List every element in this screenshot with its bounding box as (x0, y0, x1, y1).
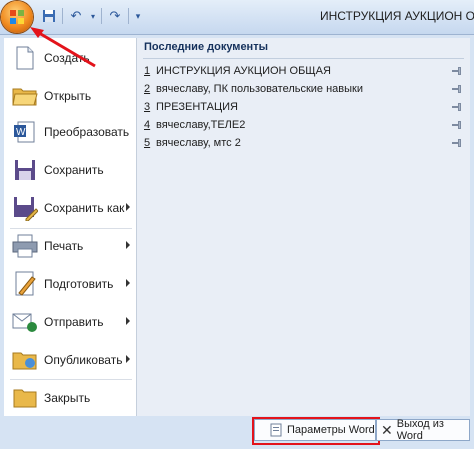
menu-item-label: Печать (44, 239, 84, 253)
menu-item-send[interactable]: Отправить (4, 304, 136, 340)
menu-item-create[interactable]: Создать (4, 40, 136, 76)
save-icon[interactable] (40, 7, 58, 25)
exit-word-button[interactable]: ✕ Выход из Word (376, 418, 470, 442)
save-icon (10, 155, 40, 185)
publish-icon (10, 345, 40, 375)
menu-item-convert[interactable]: W Преобразовать (4, 114, 136, 150)
recent-document-item[interactable]: 1 ИНСТРУКЦИЯ АУКЦИОН ОБЩАЯ (144, 62, 464, 80)
toolbar-separator (128, 8, 129, 24)
document-title: ИНСТРУКЦИЯ АУКЦИОН ОБЩ (320, 9, 474, 23)
menu-item-label: Сохранить (44, 163, 104, 177)
menu-item-save[interactable]: Сохранить (4, 152, 136, 188)
office-logo-icon (10, 10, 24, 24)
quick-access-toolbar: ↶ ▾ ↷ ▾ (40, 6, 143, 26)
send-icon (10, 307, 40, 337)
toolbar-separator (62, 8, 63, 24)
pin-icon[interactable] (452, 103, 462, 111)
recent-documents-panel: Последние документы 1 ИНСТРУКЦИЯ АУКЦИОН… (137, 38, 470, 416)
toolbar-separator (101, 8, 102, 24)
menu-item-label: Создать (44, 51, 90, 65)
print-icon (10, 231, 40, 261)
recent-item-name: вячеславу, мтс 2 (156, 137, 241, 149)
convert-icon: W (10, 117, 40, 147)
title-bar: ↶ ▾ ↷ ▾ ИНСТРУКЦИЯ АУКЦИОН ОБЩ (0, 0, 474, 34)
redo-icon[interactable]: ↷ (106, 7, 124, 25)
menu-item-save-as[interactable]: Сохранить как (4, 190, 136, 226)
pin-icon[interactable] (452, 67, 462, 75)
new-document-icon (10, 43, 40, 73)
recent-item-name: ИНСТРУКЦИЯ АУКЦИОН ОБЩАЯ (156, 65, 331, 77)
menu-item-publish[interactable]: Опубликовать (4, 342, 136, 378)
menu-item-label: Подготовить (44, 277, 114, 291)
recent-document-item[interactable]: 4 вячеславу,ТЕЛЕ2 (144, 116, 464, 134)
recent-item-number: 1 (144, 65, 151, 77)
menu-item-label: Закрыть (44, 391, 91, 405)
recent-item-name: ПРЕЗЕНТАЦИЯ (156, 101, 238, 113)
recent-divider (143, 58, 464, 59)
menu-item-close[interactable]: Закрыть (4, 380, 136, 416)
recent-item-number: 2 (144, 83, 151, 95)
office-button[interactable] (1, 1, 33, 33)
menu-footer: Параметры Word ✕ Выход из Word (4, 416, 470, 446)
open-folder-icon (10, 81, 40, 111)
customize-toolbar-icon[interactable]: ▾ (133, 7, 143, 25)
exit-word-label: Выход из Word (396, 418, 444, 442)
undo-dropdown-icon[interactable]: ▾ (89, 7, 97, 25)
submenu-arrow-icon (126, 355, 130, 363)
undo-icon[interactable]: ↶ (67, 7, 85, 25)
menu-commands: Создать Открыть W Преобразовать Сохранит… (4, 38, 137, 416)
recent-document-item[interactable]: 2 вячеславу, ПК пользовательские навыки (144, 80, 464, 98)
prepare-icon (10, 269, 40, 299)
recent-document-item[interactable]: 5 вячеславу, мтс 2 (144, 134, 464, 152)
close-icon: ✕ (381, 421, 393, 438)
submenu-arrow-icon (126, 203, 130, 211)
menu-item-prepare[interactable]: Подготовить (4, 266, 136, 302)
submenu-arrow-icon (126, 317, 130, 325)
pin-icon[interactable] (452, 121, 462, 129)
menu-item-label: Опубликовать (44, 353, 123, 367)
menu-item-label: Открыть (44, 89, 92, 103)
submenu-arrow-icon (126, 279, 130, 287)
menu-item-print[interactable]: Печать (4, 228, 136, 264)
recent-documents-title: Последние документы (144, 41, 268, 53)
menu-item-open[interactable]: Открыть (4, 78, 136, 114)
recent-item-name: вячеславу, ПК пользовательские навыки (156, 83, 364, 95)
svg-text:W: W (16, 127, 26, 138)
pin-icon[interactable] (452, 85, 462, 93)
submenu-arrow-icon (126, 241, 130, 249)
menu-item-label: Сохранить как (44, 201, 125, 215)
menu-item-label: Преобразовать (44, 125, 130, 139)
save-as-icon (10, 193, 40, 223)
recent-document-item[interactable]: 3 ПРЕЗЕНТАЦИЯ (144, 98, 464, 116)
close-document-icon (10, 383, 40, 413)
recent-item-name: вячеславу,ТЕЛЕ2 (156, 119, 246, 131)
pin-icon[interactable] (452, 139, 462, 147)
menu-item-label: Отправить (44, 315, 104, 329)
highlight-frame (252, 417, 380, 445)
recent-item-number: 3 (144, 101, 151, 113)
recent-item-number: 5 (144, 137, 151, 149)
recent-item-number: 4 (144, 119, 151, 131)
